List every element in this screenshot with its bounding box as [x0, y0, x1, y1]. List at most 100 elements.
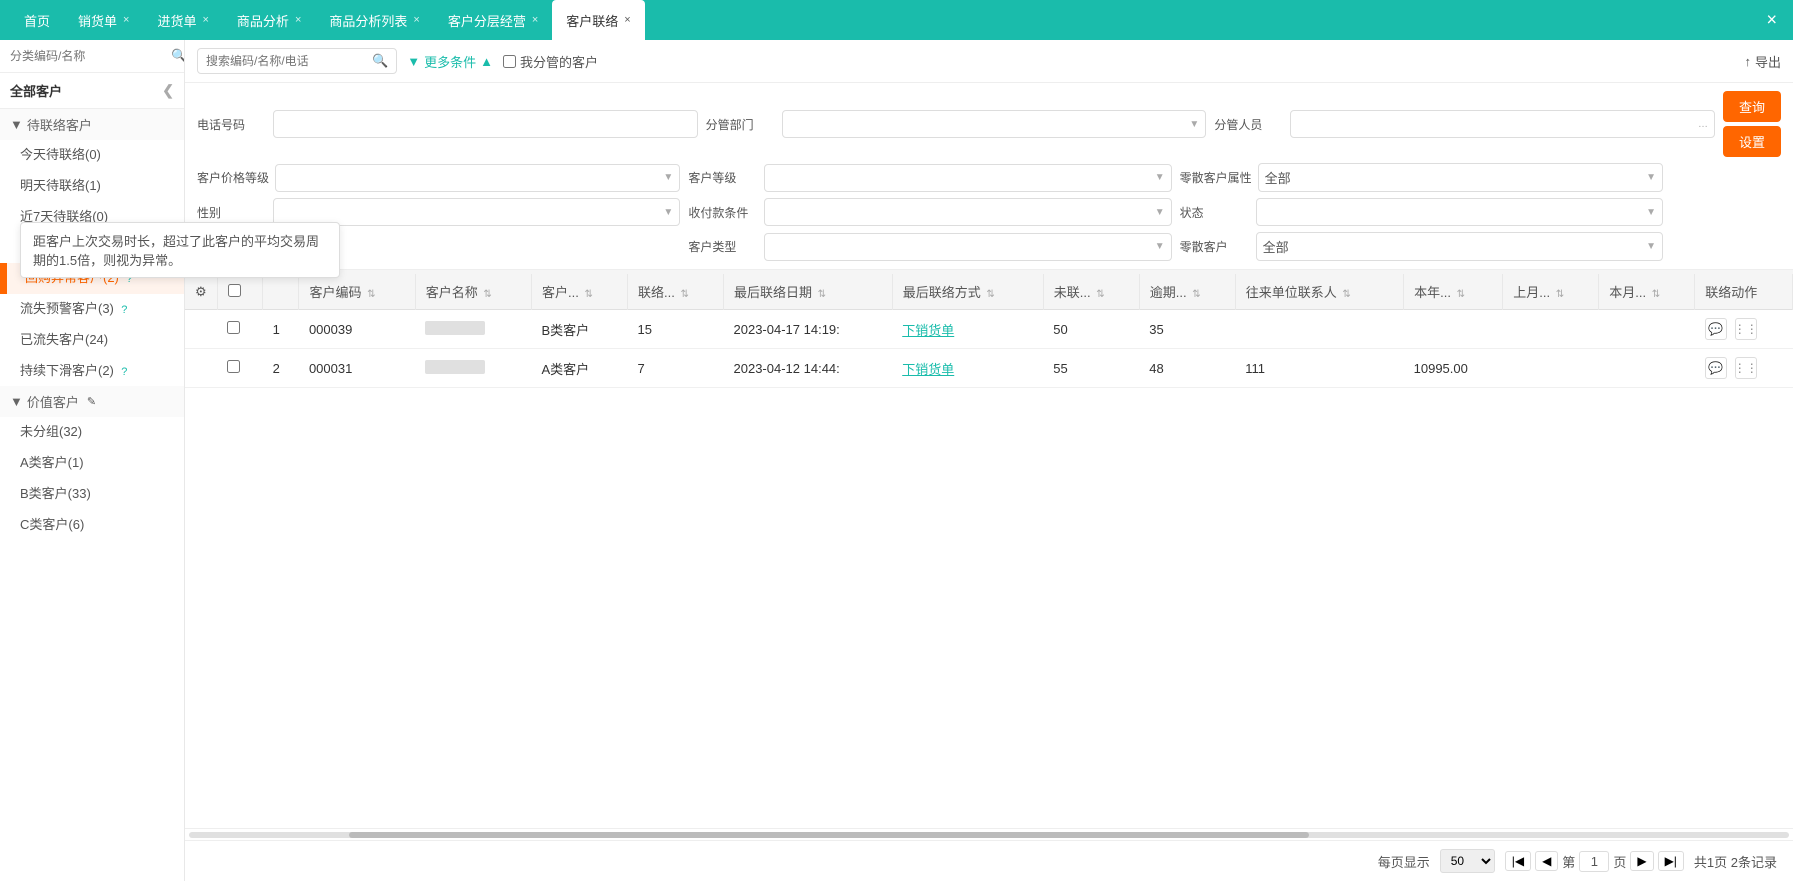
sidebar-item-a-class[interactable]: A类客户(1)	[0, 448, 184, 479]
row-2-checkbox[interactable]	[227, 360, 240, 373]
tooltip-repurchase: 距客户上次交易时长，超过了此客户的平均交易周期的1.5倍，则视为异常。	[185, 222, 340, 278]
customer-level-select[interactable]: ▼	[764, 164, 1171, 192]
tab-product-analysis-close[interactable]: ×	[295, 14, 301, 26]
th-customer-level[interactable]: 客户... ⇅	[532, 274, 628, 310]
horizontal-scrollbar[interactable]	[185, 828, 1793, 840]
sidebar-item-c-class[interactable]: C类客户(6)	[0, 510, 184, 541]
more-conditions-label: 更多条件	[424, 52, 476, 71]
action-icon-more-2[interactable]: ⋮⋮	[1735, 357, 1757, 379]
th-customer-name[interactable]: 客户名称 ⇅	[415, 274, 531, 310]
tab-customer-contact[interactable]: 客户联络 ×	[552, 0, 644, 40]
setting-button[interactable]: 设置	[1723, 126, 1781, 157]
sidebar-item-today-pending[interactable]: 今天待联络(0)	[0, 140, 184, 171]
zero-retail-label: 零散客户	[1180, 238, 1250, 255]
search-input[interactable]	[206, 54, 366, 68]
tab-purchase-order[interactable]: 进货单 ×	[143, 0, 222, 40]
th-this-year-label: 本年...	[1414, 285, 1451, 300]
search-icon[interactable]: 🔍	[372, 53, 388, 69]
zero-retail-attr-select[interactable]: 全部▼	[1258, 163, 1663, 192]
loss-risk-info-icon[interactable]: ?	[121, 304, 127, 316]
th-unit-contact[interactable]: 往来单位联系人 ⇅	[1235, 274, 1403, 310]
sidebar: 🔍 全部客户 ❮ ▼ 待联络客户 今天待联络(0) 明天待联络(1) 近7天待联…	[0, 40, 185, 881]
filter-field-zero-retail: 零散客户 全部▼	[1180, 232, 1663, 261]
page-size-select[interactable]: 50 100 200	[1440, 849, 1495, 873]
tab-sales-order-close[interactable]: ×	[123, 14, 129, 26]
tab-home[interactable]: 首页	[10, 0, 64, 40]
th-this-year[interactable]: 本年... ⇅	[1404, 274, 1503, 310]
prev-page-button[interactable]: ◀	[1535, 851, 1558, 871]
sidebar-item-continuous-drop[interactable]: 持续下滑客户(2) ?	[0, 356, 184, 387]
th-settings[interactable]: ⚙	[185, 274, 217, 310]
first-page-button[interactable]: |◀	[1505, 851, 1531, 871]
window-close-button[interactable]: ×	[1766, 10, 1777, 31]
filter-field-payment-terms: 收付款条件 ▼	[688, 198, 1171, 226]
scrollbar-thumb[interactable]	[349, 832, 1309, 838]
tab-customer-contact-close[interactable]: ×	[624, 14, 630, 26]
td-this-year-2: 10995.00	[1404, 349, 1503, 388]
sidebar-collapse-icon[interactable]: ❮	[162, 82, 174, 99]
last-page-button[interactable]: ▶|	[1658, 851, 1684, 871]
payment-terms-select[interactable]: ▼	[764, 198, 1171, 226]
select-all-checkbox[interactable]	[228, 284, 241, 297]
action-icon-more-1[interactable]: ⋮⋮	[1735, 318, 1757, 340]
sidebar-search-icon[interactable]: 🔍	[171, 48, 185, 64]
sidebar-item-ungrouped[interactable]: 未分组(32)	[0, 417, 184, 448]
value-customer-edit-icon[interactable]: ✎	[87, 395, 96, 408]
th-action-label: 联络动作	[1705, 285, 1757, 300]
action-icon-chat-2[interactable]: 💬	[1705, 357, 1727, 379]
td-last-contact-method-1[interactable]: 下销货单	[892, 310, 1043, 349]
tab-purchase-order-close[interactable]: ×	[202, 14, 208, 26]
more-conditions-button[interactable]: ▼ 更多条件 ▲	[407, 52, 493, 71]
scrollbar-track	[189, 832, 1789, 838]
sidebar-item-tomorrow-pending[interactable]: 明天待联络(1)	[0, 171, 184, 202]
th-contact[interactable]: 联络... ⇅	[628, 274, 724, 310]
tab-product-analysis-list[interactable]: 商品分析列表 ×	[315, 0, 433, 40]
action-icon-chat-1[interactable]: 💬	[1705, 318, 1727, 340]
zero-retail-select[interactable]: 全部▼	[1256, 232, 1663, 261]
sidebar-search-input[interactable]	[10, 49, 165, 63]
th-last-contact-method-label: 最后联络方式	[903, 285, 981, 300]
sidebar-value-customer-group[interactable]: ▼ 价值客户 ✎	[0, 386, 184, 417]
tab-customer-tier[interactable]: 客户分层经营 ×	[434, 0, 552, 40]
status-select[interactable]: ▼	[1256, 198, 1663, 226]
sort-icon-unread: ⇅	[1096, 289, 1104, 300]
query-button[interactable]: 查询	[1723, 91, 1781, 122]
td-last-contact-method-2[interactable]: 下销货单	[892, 349, 1043, 388]
tab-product-analysis-list-label: 商品分析列表	[329, 11, 407, 30]
current-page[interactable]: 1	[1579, 851, 1609, 872]
branch-dept-select[interactable]: ▼	[782, 110, 1207, 138]
th-last-month[interactable]: 上月... ⇅	[1503, 274, 1599, 310]
my-customers-checkbox[interactable]	[503, 55, 516, 68]
sidebar-item-loss-risk[interactable]: 流失预警客户(3) ?	[0, 294, 184, 325]
th-unread[interactable]: 未联... ⇅	[1043, 274, 1139, 310]
branch-person-select[interactable]: …	[1290, 110, 1715, 138]
tab-sales-order[interactable]: 销货单 ×	[64, 0, 143, 40]
sidebar-item-b-class[interactable]: B类客户(33)	[0, 479, 184, 510]
table-header-row: ⚙ 客户编码 ⇅ 客户名称 ⇅ 客户... ⇅	[185, 274, 1793, 310]
next-page-button[interactable]: ▶	[1630, 851, 1653, 871]
td-unit-contact-2: 111	[1235, 349, 1403, 388]
th-overdue[interactable]: 逾期... ⇅	[1139, 274, 1235, 310]
export-button[interactable]: ↑ 导出	[1744, 52, 1781, 71]
chevron-down-icon-2: ▼	[10, 394, 23, 409]
my-customers-checkbox-area: 我分管的客户	[503, 52, 598, 71]
tab-product-analysis-list-close[interactable]: ×	[413, 14, 419, 26]
th-this-month[interactable]: 本月... ⇅	[1599, 274, 1695, 310]
tab-product-analysis[interactable]: 商品分析 ×	[223, 0, 315, 40]
action-icons-1: 💬 ⋮⋮	[1705, 318, 1783, 340]
filter-row-1: 电话号码 分管部门 ▼ 分管人员 … 查询 设置	[197, 91, 1781, 157]
th-last-contact-date[interactable]: 最后联络日期 ⇅	[724, 274, 893, 310]
action-icons-2: 💬 ⋮⋮	[1705, 357, 1783, 379]
th-customer-code[interactable]: 客户编码 ⇅	[299, 274, 415, 310]
customer-type-select[interactable]: ▼	[764, 233, 1171, 261]
tab-customer-tier-close[interactable]: ×	[532, 14, 538, 26]
phone-input[interactable]	[273, 110, 698, 138]
continuous-drop-info-icon[interactable]: ?	[121, 366, 127, 378]
sidebar-item-already-lost[interactable]: 已流失客户(24)	[0, 325, 184, 356]
data-table-container: ⚙ 客户编码 ⇅ 客户名称 ⇅ 客户... ⇅	[185, 274, 1793, 828]
th-last-contact-method[interactable]: 最后联络方式 ⇅	[892, 274, 1043, 310]
price-level-select[interactable]: ▼	[275, 164, 680, 192]
sidebar-pending-contact-group[interactable]: ▼ 待联络客户	[0, 109, 184, 140]
row-1-checkbox[interactable]	[227, 321, 240, 334]
td-settings-1	[185, 310, 217, 349]
